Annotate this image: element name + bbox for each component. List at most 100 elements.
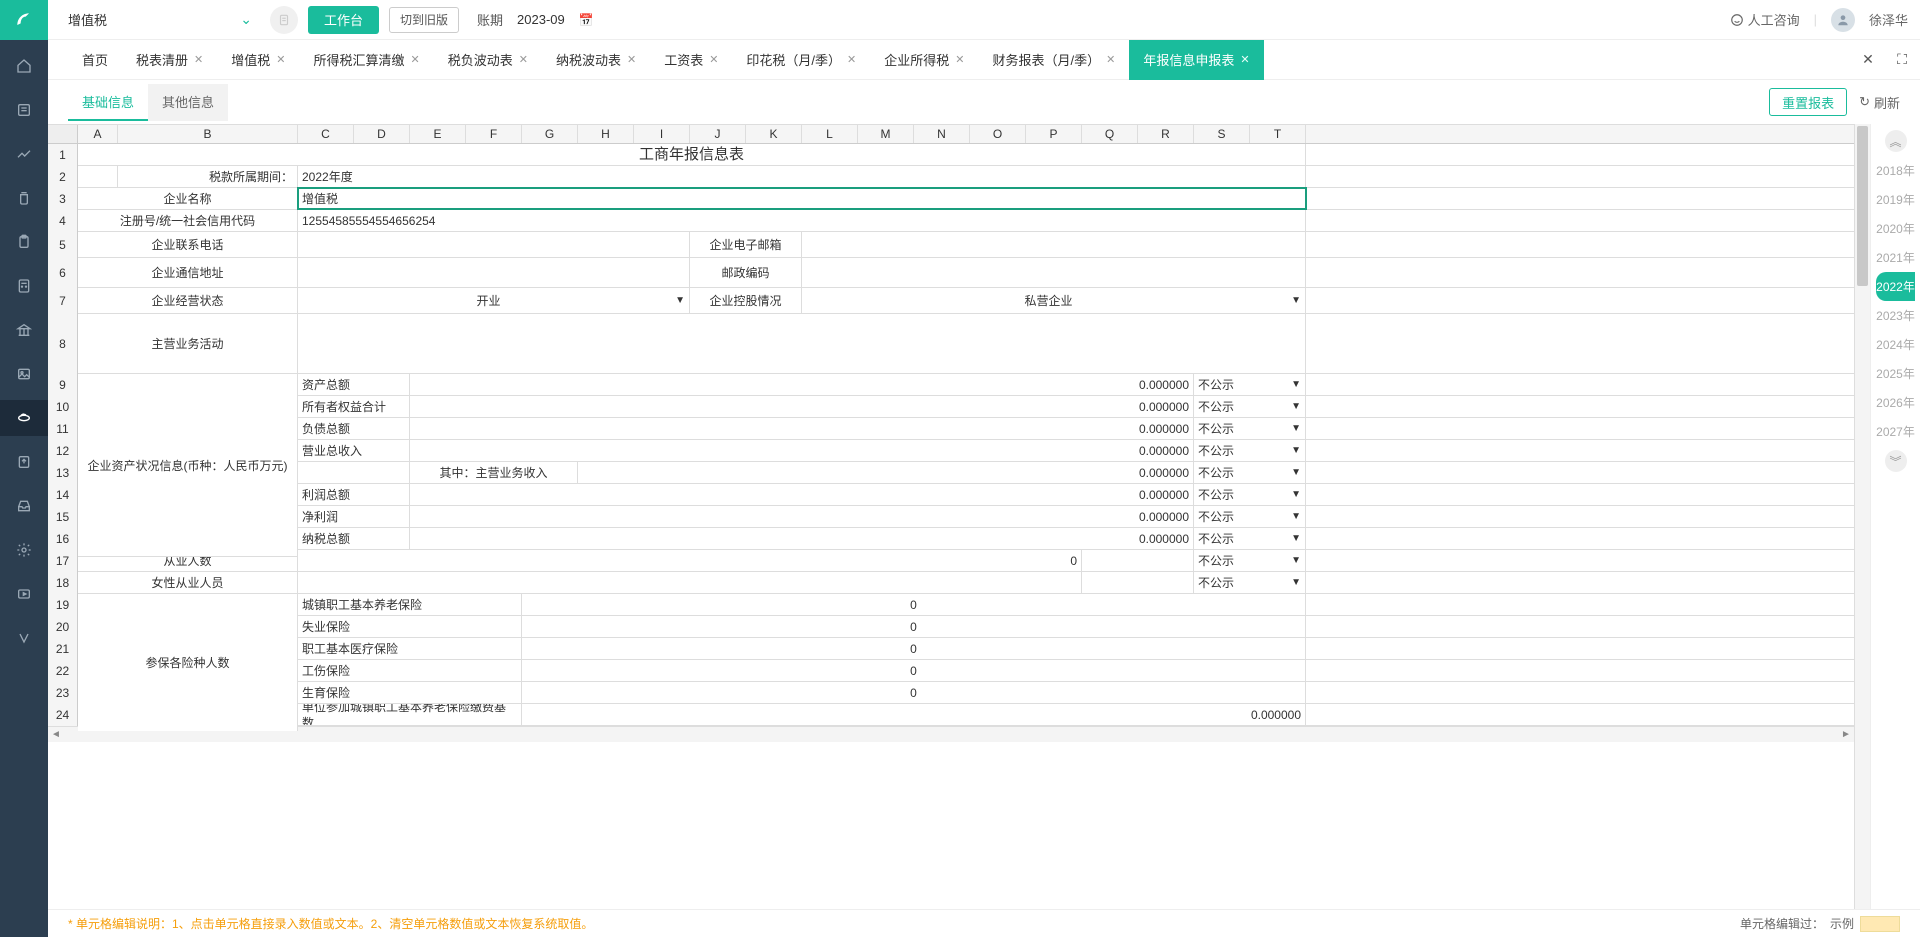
cell-maternity[interactable]: 0 <box>522 682 1306 703</box>
period-value[interactable]: 2023-09 <box>517 12 565 27</box>
nav-pillar-icon[interactable] <box>0 312 48 348</box>
tab-expand-icon[interactable]: ⛶ <box>1890 48 1914 72</box>
cell-female[interactable] <box>298 572 1082 593</box>
row-header-2[interactable]: 2 <box>48 166 78 188</box>
col-header-J[interactable]: J <box>690 125 746 143</box>
close-icon[interactable]: ✕ <box>1240 53 1249 66</box>
row-header-4[interactable]: 4 <box>48 210 78 232</box>
close-icon[interactable]: ✕ <box>709 53 718 66</box>
close-icon[interactable]: ✕ <box>519 53 528 66</box>
close-icon[interactable]: ✕ <box>955 53 964 66</box>
row-header-11[interactable]: 11 <box>48 418 78 440</box>
col-header-O[interactable]: O <box>970 125 1026 143</box>
col-header-L[interactable]: L <box>802 125 858 143</box>
year-2022年[interactable]: 2022年 <box>1876 272 1915 301</box>
year-2026年[interactable]: 2026年 <box>1876 388 1915 417</box>
nav-jar-icon[interactable] <box>0 180 48 216</box>
nav-chart-icon[interactable] <box>0 136 48 172</box>
nav-settings-icon[interactable] <box>0 532 48 568</box>
close-icon[interactable]: ✕ <box>1106 53 1115 66</box>
tab-财务报表（月/季）[interactable]: 财务报表（月/季）✕ <box>979 40 1130 80</box>
year-2027年[interactable]: 2027年 <box>1876 417 1915 446</box>
row-header-16[interactable]: 16 <box>48 528 78 550</box>
spreadsheet[interactable]: ABCDEFGHIJKLMNOPQRST 1工商年报信息表2税款所属期间：202… <box>48 124 1854 909</box>
dropdown-disclose-total_assets[interactable]: 不公示▼ <box>1194 374 1306 395</box>
year-2018年[interactable]: 2018年 <box>1876 156 1915 185</box>
avatar[interactable] <box>1831 8 1855 32</box>
cell-unemployment[interactable]: 0 <box>522 616 1306 637</box>
tab-增值税[interactable]: 增值税✕ <box>217 40 299 80</box>
year-2019年[interactable]: 2019年 <box>1876 185 1915 214</box>
year-down-icon[interactable]: ︾ <box>1885 450 1907 472</box>
nav-v-icon[interactable] <box>0 620 48 656</box>
cell-regno[interactable]: 12554585554554656254 <box>298 210 1306 231</box>
col-header-C[interactable]: C <box>298 125 354 143</box>
tab-企业所得税[interactable]: 企业所得税✕ <box>870 40 978 80</box>
dropdown-disclose-revenue[interactable]: 不公示▼ <box>1194 440 1306 461</box>
cell-liab[interactable]: 0.000000 <box>410 418 1194 439</box>
cell-pension[interactable]: 0 <box>522 594 1306 615</box>
dropdown-disclose-revenue_sub[interactable]: 不公示▼ <box>1194 462 1306 483</box>
col-header-T[interactable]: T <box>1250 125 1306 143</box>
row-header-1[interactable]: 1 <box>48 144 78 166</box>
cell-mainbiz[interactable] <box>298 314 1306 373</box>
cell-revenue[interactable]: 0.000000 <box>410 440 1194 461</box>
row-header-5[interactable]: 5 <box>48 232 78 258</box>
col-header-N[interactable]: N <box>914 125 970 143</box>
close-icon[interactable]: ✕ <box>411 53 420 66</box>
col-header-K[interactable]: K <box>746 125 802 143</box>
col-header-E[interactable]: E <box>410 125 466 143</box>
nav-bowl-icon[interactable] <box>0 400 48 436</box>
row-header-24[interactable]: 24 <box>48 704 78 726</box>
tab-首页[interactable]: 首页 <box>68 40 122 80</box>
tab-税表清册[interactable]: 税表清册✕ <box>122 40 217 80</box>
cell-company[interactable]: 增值税 <box>298 188 1306 209</box>
col-header-H[interactable]: H <box>578 125 634 143</box>
refresh-button[interactable]: ↻ 刷新 <box>1859 93 1900 112</box>
row-header-13[interactable]: 13 <box>48 462 78 484</box>
calendar-icon[interactable]: 📅 <box>579 13 594 27</box>
cell-phone[interactable] <box>298 232 690 257</box>
subtab-basic[interactable]: 基础信息 <box>68 84 148 121</box>
cell-employees[interactable]: 0 <box>298 550 1082 571</box>
year-2024年[interactable]: 2024年 <box>1876 330 1915 359</box>
dropdown-disclose-liab[interactable]: 不公示▼ <box>1194 418 1306 439</box>
nav-image-icon[interactable] <box>0 356 48 392</box>
row-header-19[interactable]: 19 <box>48 594 78 616</box>
horizontal-scrollbar[interactable]: ◄► <box>48 726 1854 742</box>
nav-clipboard-icon[interactable] <box>0 224 48 260</box>
nav-video-icon[interactable] <box>0 576 48 612</box>
company-dropdown[interactable]: 增值税 ⌄ <box>60 6 260 34</box>
row-header-8[interactable]: 8 <box>48 314 78 374</box>
switch-old-button[interactable]: 切到旧版 <box>389 7 459 33</box>
dropdown-disclose-equity[interactable]: 不公示▼ <box>1194 396 1306 417</box>
tab-工资表[interactable]: 工资表✕ <box>650 40 732 80</box>
col-header-I[interactable]: I <box>634 125 690 143</box>
consult-link[interactable]: 人工咨询 <box>1730 10 1800 29</box>
row-header-7[interactable]: 7 <box>48 288 78 314</box>
row-header-23[interactable]: 23 <box>48 682 78 704</box>
col-header-R[interactable]: R <box>1138 125 1194 143</box>
nav-export-icon[interactable] <box>0 444 48 480</box>
row-header-15[interactable]: 15 <box>48 506 78 528</box>
cell-address[interactable] <box>298 258 690 287</box>
nav-calc-icon[interactable] <box>0 268 48 304</box>
cell-medical[interactable]: 0 <box>522 638 1306 659</box>
tab-年报信息申报表[interactable]: 年报信息申报表✕ <box>1129 40 1263 80</box>
col-header-G[interactable]: G <box>522 125 578 143</box>
subtab-other[interactable]: 其他信息 <box>148 84 228 121</box>
col-header-D[interactable]: D <box>354 125 410 143</box>
col-header-M[interactable]: M <box>858 125 914 143</box>
row-header-17[interactable]: 17 <box>48 550 78 572</box>
dropdown-disclose-employees[interactable]: 不公示▼ <box>1194 550 1306 571</box>
col-header-Q[interactable]: Q <box>1082 125 1138 143</box>
col-header-F[interactable]: F <box>466 125 522 143</box>
year-2023年[interactable]: 2023年 <box>1876 301 1915 330</box>
year-up-icon[interactable]: ︽ <box>1885 130 1907 152</box>
cell-revenue_sub[interactable]: 0.000000 <box>578 462 1194 483</box>
dropdown-disclose-female[interactable]: 不公示▼ <box>1194 572 1306 593</box>
row-header-21[interactable]: 21 <box>48 638 78 660</box>
col-header-P[interactable]: P <box>1026 125 1082 143</box>
tab-印花税（月/季）[interactable]: 印花税（月/季）✕ <box>732 40 870 80</box>
cell-netprofit[interactable]: 0.000000 <box>410 506 1194 527</box>
